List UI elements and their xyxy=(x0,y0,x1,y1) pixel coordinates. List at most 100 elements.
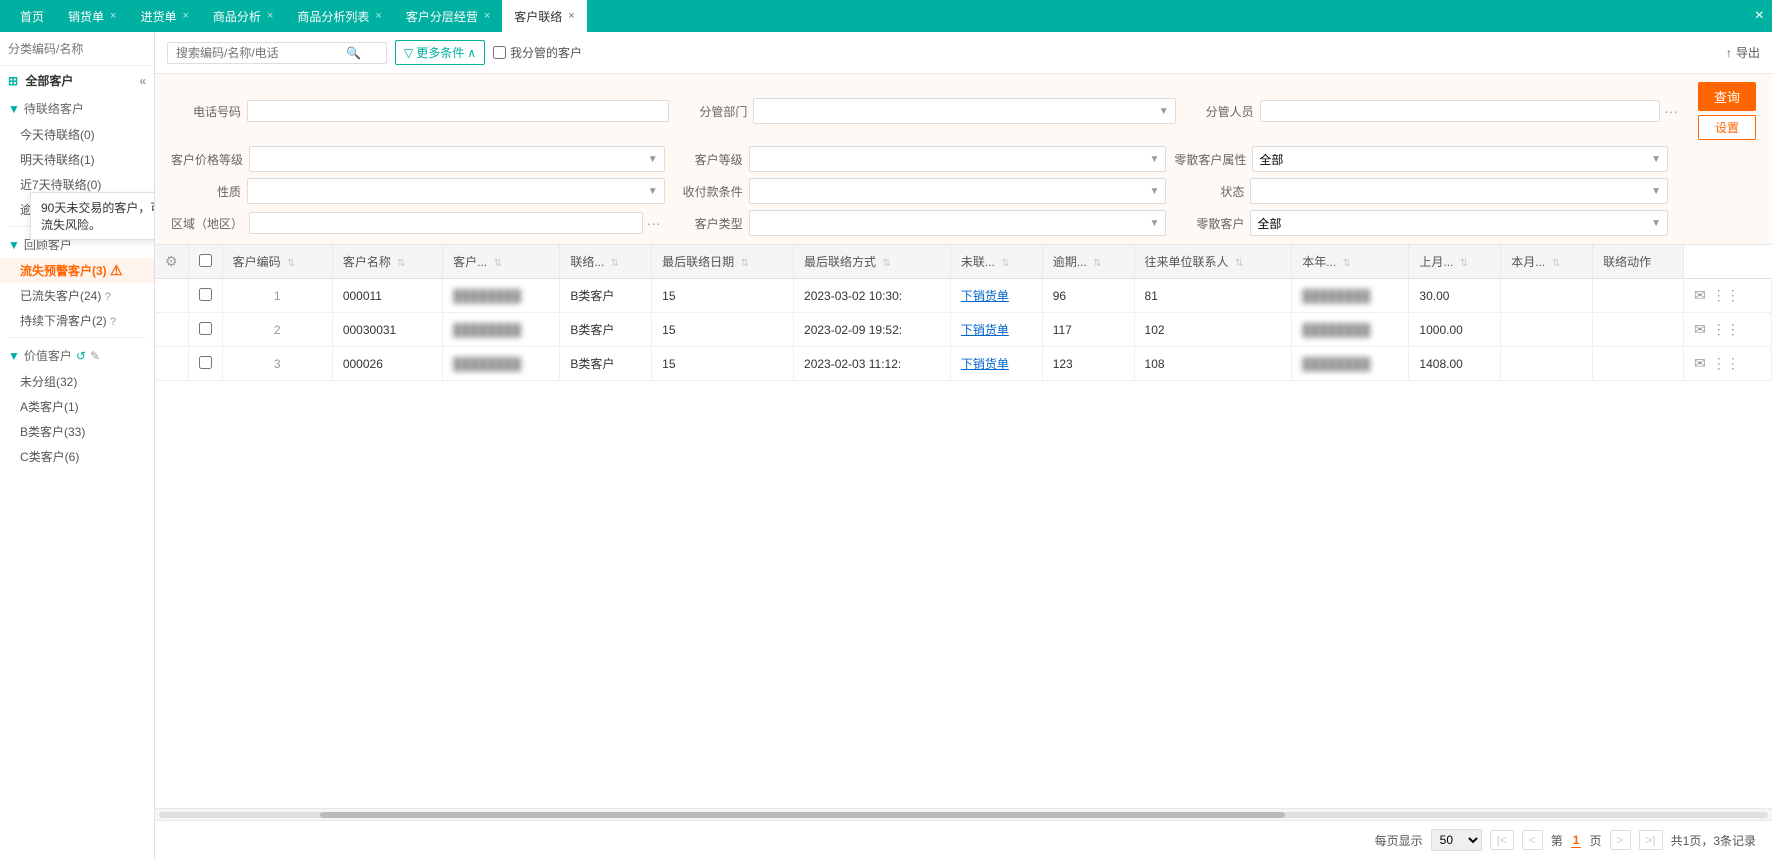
more-action-icon-1[interactable]: ⋮⋮ xyxy=(1712,321,1740,338)
prev-page-btn[interactable]: < xyxy=(1522,830,1543,850)
sort-this-month-icon[interactable]: ⇅ xyxy=(1552,258,1560,269)
sort-contact-icon[interactable]: ⇅ xyxy=(611,258,619,269)
sort-name-icon[interactable]: ⇅ xyxy=(397,258,405,269)
cell-this-month-0 xyxy=(1593,279,1684,313)
sort-unit-icon[interactable]: ⇅ xyxy=(1235,258,1243,269)
close-all-button[interactable]: × xyxy=(1755,7,1764,25)
search-submit-icon[interactable]: 🔍 xyxy=(346,46,361,60)
nav-tab-home[interactable]: 首页 xyxy=(8,0,56,32)
filter-retail-attr-select[interactable]: 全部 ▼ xyxy=(1252,146,1668,172)
filter-customer-type-select[interactable]: ▼ xyxy=(749,210,1167,236)
first-page-btn[interactable]: |< xyxy=(1490,830,1514,850)
customer-name-1: ████████ xyxy=(453,323,521,337)
more-action-icon-2[interactable]: ⋮⋮ xyxy=(1712,355,1740,372)
contact-way-link-0[interactable]: 下销货单 xyxy=(961,289,1009,303)
search-input[interactable] xyxy=(176,46,346,60)
sort-date-icon[interactable]: ⇅ xyxy=(740,258,748,269)
filter-phone: 电话号码 xyxy=(171,100,669,122)
sidebar-group-value[interactable]: ▼ 价值客户 ↺ ✎ xyxy=(0,342,154,369)
sort-code-icon[interactable]: ⇅ xyxy=(287,258,295,269)
sidebar-item-at-risk[interactable]: 流失预警客户(3) ⚠ xyxy=(0,258,154,283)
table-row: 1 000011 ████████ B类客户 15 2023-03-02 10:… xyxy=(155,279,1772,313)
cell-overdue-2: 108 xyxy=(1134,347,1292,381)
next-page-btn[interactable]: > xyxy=(1610,830,1631,850)
filter-region: 区域（地区） ··· xyxy=(171,212,665,234)
unit-contact-0: ████████ xyxy=(1302,289,1370,303)
unit-contact-1: ████████ xyxy=(1302,323,1370,337)
tooltip-at-risk: 90天未交易的客户，可能有流失风险。 xyxy=(30,192,155,240)
sidebar-item-today[interactable]: 今天待联络(0) xyxy=(0,122,154,147)
filter-region-input[interactable] xyxy=(249,212,643,234)
sidebar-item-b-class[interactable]: B类客户(33) xyxy=(0,419,154,444)
nav-tab-sales[interactable]: 销货单 × xyxy=(56,0,128,32)
chevron-down-icon-9: ▼ xyxy=(1651,218,1661,229)
my-customers-checkbox[interactable] xyxy=(493,46,506,59)
close-analysis-icon[interactable]: × xyxy=(267,10,273,22)
contact-action-icon-0[interactable]: ✉ xyxy=(1694,287,1706,304)
sidebar-group-pending[interactable]: ▼ 待联络客户 xyxy=(0,95,154,122)
sort-overdue-icon[interactable]: ⇅ xyxy=(1093,258,1101,269)
row-checkbox-1[interactable] xyxy=(199,322,212,335)
edit-icon[interactable]: ✎ xyxy=(90,349,100,363)
close-sales-icon[interactable]: × xyxy=(110,10,116,22)
horizontal-scrollbar[interactable] xyxy=(155,808,1772,820)
export-btn[interactable]: ↑ 导出 xyxy=(1726,44,1760,61)
close-customer-link-icon[interactable]: × xyxy=(568,10,574,22)
cell-unit-contact-1: ████████ xyxy=(1292,313,1409,347)
filter-phone-input[interactable] xyxy=(247,100,669,122)
nav-tab-analysis-list[interactable]: 商品分析列表 × xyxy=(285,0,393,32)
cell-overdue-1: 102 xyxy=(1134,313,1292,347)
cell-overdue-0: 81 xyxy=(1134,279,1292,313)
filter-customer-grade-select[interactable]: ▼ xyxy=(749,146,1167,172)
sort-way-icon[interactable]: ⇅ xyxy=(882,258,890,269)
filter-price-grade-select[interactable]: ▼ xyxy=(249,146,665,172)
nav-tab-analysis[interactable]: 商品分析 × xyxy=(201,0,285,32)
filter-btn[interactable]: ▽ 更多条件 ∧ xyxy=(395,40,485,65)
filter-person-dots[interactable]: ··· xyxy=(1660,103,1682,119)
nav-tab-customer-segment[interactable]: 客户分层经营 × xyxy=(394,0,502,32)
last-page-btn[interactable]: >| xyxy=(1639,830,1663,850)
filter-person: 分管人员 ··· xyxy=(1184,100,1682,122)
row-checkbox-2[interactable] xyxy=(199,356,212,369)
sidebar-item-tomorrow[interactable]: 明天待联络(1) xyxy=(0,147,154,172)
close-customer-segment-icon[interactable]: × xyxy=(484,10,490,22)
scrollbar-thumb[interactable] xyxy=(320,812,1285,818)
sidebar-item-c-class[interactable]: C类客户(6) xyxy=(0,444,154,469)
sidebar-item-ungrouped[interactable]: 未分组(32) xyxy=(0,369,154,394)
filter-payment-select[interactable]: ▼ xyxy=(749,178,1167,204)
sidebar-item-a-class[interactable]: A类客户(1) xyxy=(0,394,154,419)
contact-action-icon-2[interactable]: ✉ xyxy=(1694,355,1706,372)
table-settings-icon[interactable]: ⚙ xyxy=(165,253,178,269)
nav-tab-purchase[interactable]: 进货单 × xyxy=(128,0,200,32)
filter-region-dots[interactable]: ··· xyxy=(643,215,665,231)
row-checkbox-0[interactable] xyxy=(199,288,212,301)
sort-type-icon[interactable]: ⇅ xyxy=(493,258,501,269)
my-customers-check[interactable]: 我分管的客户 xyxy=(493,44,582,61)
filter-dept-select[interactable]: ▼ xyxy=(753,98,1175,124)
filter-person-input[interactable] xyxy=(1260,100,1660,122)
sort-year-icon[interactable]: ⇅ xyxy=(1343,258,1351,269)
sort-uncontacted-icon[interactable]: ⇅ xyxy=(1001,258,1009,269)
nav-tab-customer-link[interactable]: 客户联络 × xyxy=(502,0,586,32)
sidebar-all-customers[interactable]: ⊞ 全部客户 « xyxy=(0,66,154,95)
contact-action-icon-1[interactable]: ✉ xyxy=(1694,321,1706,338)
contact-way-link-1[interactable]: 下销货单 xyxy=(961,323,1009,337)
settings-button[interactable]: 设置 xyxy=(1698,115,1756,140)
sort-last-month-icon[interactable]: ⇅ xyxy=(1460,258,1468,269)
select-all-checkbox[interactable] xyxy=(199,254,212,267)
per-page-select[interactable]: 50 100 xyxy=(1431,829,1482,851)
th-last-month: 上月... ⇅ xyxy=(1409,245,1501,279)
refresh-icon[interactable]: ↺ xyxy=(76,349,86,363)
filter-status-select[interactable]: ▼ xyxy=(1250,178,1668,204)
collapse-icon[interactable]: « xyxy=(139,74,146,88)
more-action-icon-0[interactable]: ⋮⋮ xyxy=(1712,287,1740,304)
sidebar-item-declining[interactable]: 持续下滑客户(2) ? xyxy=(0,308,154,333)
filter-nature-select[interactable]: ▼ xyxy=(247,178,665,204)
close-analysis-list-icon[interactable]: × xyxy=(375,10,381,22)
contact-way-link-2[interactable]: 下销货单 xyxy=(961,357,1009,371)
query-button[interactable]: 查询 xyxy=(1698,82,1756,111)
sidebar-item-lost[interactable]: 已流失客户(24) ? xyxy=(0,283,154,308)
close-purchase-icon[interactable]: × xyxy=(182,10,188,22)
filter-retail-select[interactable]: 全部 ▼ xyxy=(1250,210,1668,236)
sidebar-search-input[interactable] xyxy=(8,42,155,56)
